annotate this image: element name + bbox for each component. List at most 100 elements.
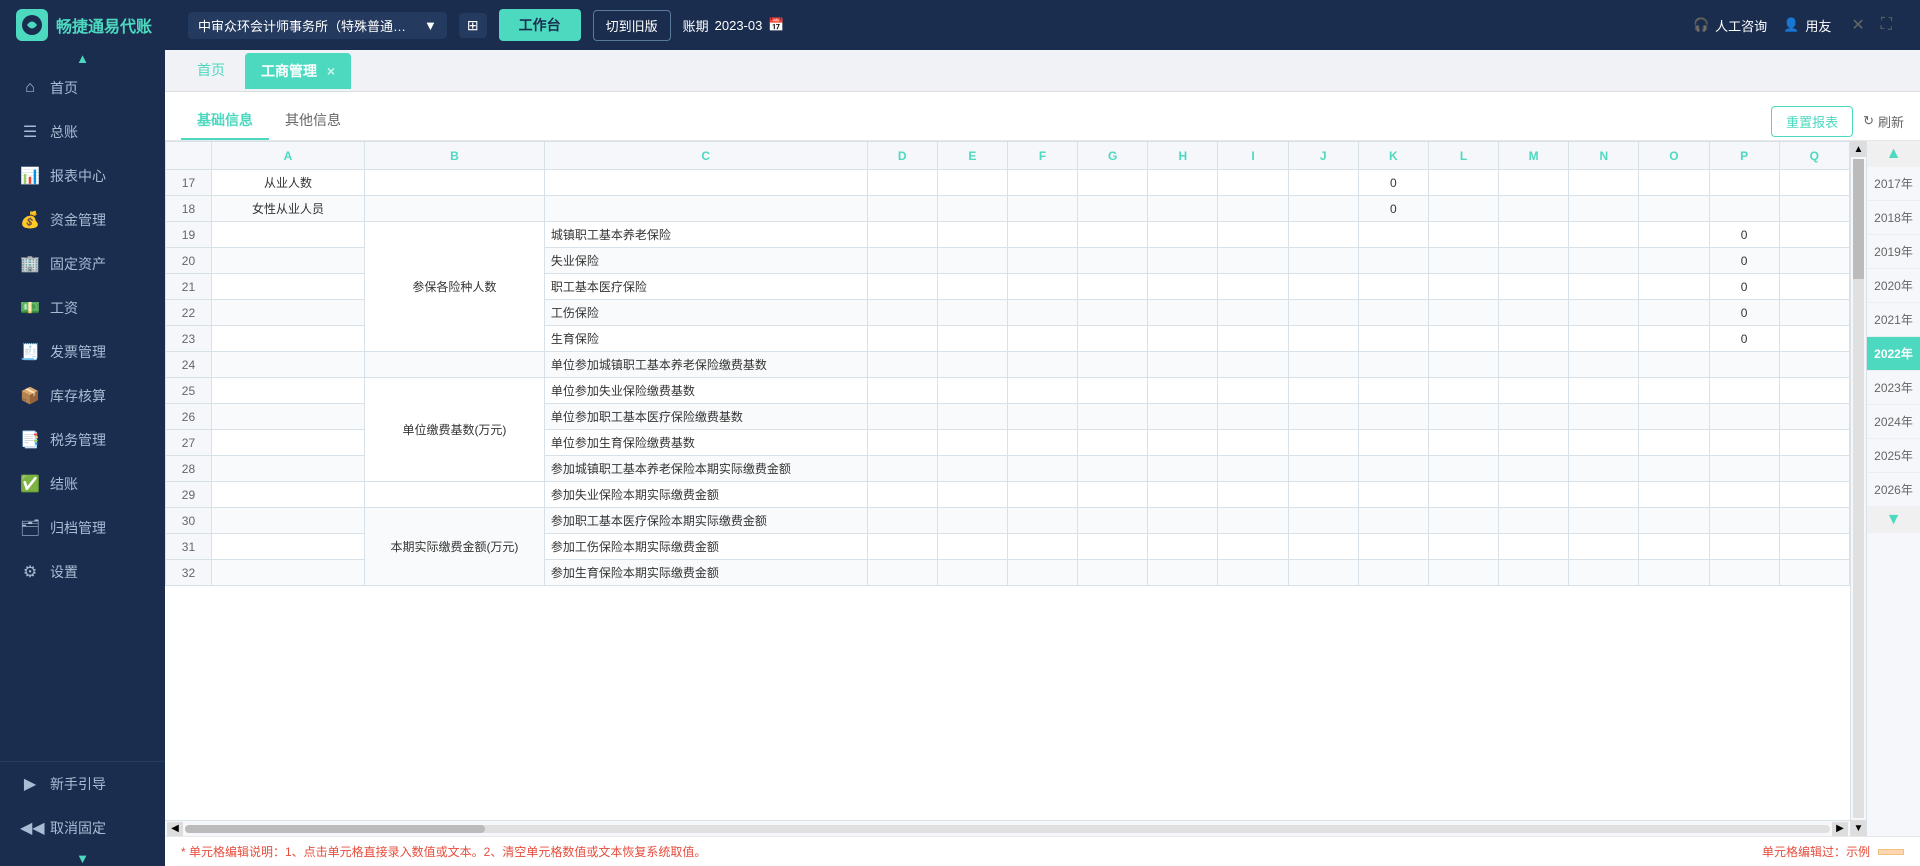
old-version-button[interactable]: 切到旧版: [593, 10, 671, 41]
cell-H-27[interactable]: [1148, 430, 1218, 456]
cell-Q-21[interactable]: [1779, 274, 1849, 300]
cell-M-24[interactable]: [1499, 352, 1569, 378]
cell-D-28[interactable]: [867, 456, 937, 482]
cell-I-21[interactable]: [1218, 274, 1288, 300]
cell-Q-25[interactable]: [1779, 378, 1849, 404]
cell-G-17[interactable]: [1078, 170, 1148, 196]
vscroll-down-arrow[interactable]: ▼: [1851, 820, 1866, 836]
spreadsheet-container[interactable]: A B C D E F G H I J: [165, 141, 1850, 820]
calendar-icon[interactable]: 📅: [768, 17, 784, 33]
tab-business-mgmt[interactable]: 工商管理 ×: [245, 53, 351, 89]
cell-J-25[interactable]: [1288, 378, 1358, 404]
cell-M-23[interactable]: [1499, 326, 1569, 352]
year-item[interactable]: 2017年: [1867, 167, 1920, 201]
cell-N-18[interactable]: [1569, 196, 1639, 222]
cell-E-29[interactable]: [937, 482, 1007, 508]
cell-O-27[interactable]: [1639, 430, 1709, 456]
tab-home[interactable]: 首页: [181, 52, 241, 90]
cell-A-22[interactable]: [211, 300, 364, 326]
cell-H-22[interactable]: [1148, 300, 1218, 326]
cell-P-18[interactable]: [1709, 196, 1779, 222]
tab-close-icon[interactable]: ×: [327, 63, 335, 79]
sidebar-item-guide[interactable]: ▶ 新手引导: [0, 762, 165, 806]
cell-A-21[interactable]: [211, 274, 364, 300]
cell-D-19[interactable]: [867, 222, 937, 248]
cell-G-20[interactable]: [1078, 248, 1148, 274]
cell-P-31[interactable]: [1709, 534, 1779, 560]
hscroll-track[interactable]: [185, 825, 1830, 833]
cell-E-23[interactable]: [937, 326, 1007, 352]
cell-E-22[interactable]: [937, 300, 1007, 326]
horizontal-scrollbar[interactable]: ◀ ▶: [165, 820, 1850, 836]
cell-L-25[interactable]: [1428, 378, 1498, 404]
cell-K-19[interactable]: [1358, 222, 1428, 248]
sidebar-item-reports[interactable]: 📊 报表中心: [0, 154, 165, 198]
cell-Q-28[interactable]: [1779, 456, 1849, 482]
cell-F-20[interactable]: [1007, 248, 1077, 274]
cell-L-17[interactable]: [1428, 170, 1498, 196]
cell-A-31[interactable]: [211, 534, 364, 560]
cell-I-18[interactable]: [1218, 196, 1288, 222]
cell-G-31[interactable]: [1078, 534, 1148, 560]
cell-J-30[interactable]: [1288, 508, 1358, 534]
cell-H-23[interactable]: [1148, 326, 1218, 352]
cell-I-17[interactable]: [1218, 170, 1288, 196]
cell-M-19[interactable]: [1499, 222, 1569, 248]
cell-A-18[interactable]: 女性从业人员: [211, 196, 364, 222]
cell-A-17[interactable]: 从业人数: [211, 170, 364, 196]
year-item[interactable]: 2024年: [1867, 405, 1920, 439]
cell-G-32[interactable]: [1078, 560, 1148, 586]
cell-N-23[interactable]: [1569, 326, 1639, 352]
cell-G-27[interactable]: [1078, 430, 1148, 456]
cell-Q-20[interactable]: [1779, 248, 1849, 274]
sub-tab-basic[interactable]: 基础信息: [181, 102, 269, 140]
cell-O-21[interactable]: [1639, 274, 1709, 300]
cell-D-31[interactable]: [867, 534, 937, 560]
cell-I-32[interactable]: [1218, 560, 1288, 586]
cell-M-18[interactable]: [1499, 196, 1569, 222]
cell-F-26[interactable]: [1007, 404, 1077, 430]
cell-O-24[interactable]: [1639, 352, 1709, 378]
year-scroll-down[interactable]: ▼: [1867, 507, 1920, 533]
cell-J-22[interactable]: [1288, 300, 1358, 326]
cell-H-30[interactable]: [1148, 508, 1218, 534]
cell-N-17[interactable]: [1569, 170, 1639, 196]
cell-B-18[interactable]: [365, 196, 545, 222]
cell-G-25[interactable]: [1078, 378, 1148, 404]
cell-N-25[interactable]: [1569, 378, 1639, 404]
cell-M-28[interactable]: [1499, 456, 1569, 482]
cell-F-17[interactable]: [1007, 170, 1077, 196]
cell-G-24[interactable]: [1078, 352, 1148, 378]
cell-O-30[interactable]: [1639, 508, 1709, 534]
hscroll-right-arrow[interactable]: ▶: [1832, 822, 1848, 836]
cell-I-23[interactable]: [1218, 326, 1288, 352]
cell-F-23[interactable]: [1007, 326, 1077, 352]
cell-J-19[interactable]: [1288, 222, 1358, 248]
cell-L-26[interactable]: [1428, 404, 1498, 430]
sidebar-item-unpin[interactable]: ◀◀ 取消固定: [0, 806, 165, 850]
cell-M-20[interactable]: [1499, 248, 1569, 274]
cell-C-31[interactable]: 参加工伤保险本期实际缴费金额: [544, 534, 867, 560]
cell-J-20[interactable]: [1288, 248, 1358, 274]
year-scroll-up[interactable]: ▲: [1867, 141, 1920, 167]
cell-P-22[interactable]: 0: [1709, 300, 1779, 326]
cell-J-32[interactable]: [1288, 560, 1358, 586]
cell-K-21[interactable]: [1358, 274, 1428, 300]
cell-C-28[interactable]: 参加城镇职工基本养老保险本期实际缴费金额: [544, 456, 867, 482]
cell-J-17[interactable]: [1288, 170, 1358, 196]
cell-F-22[interactable]: [1007, 300, 1077, 326]
cell-A-19[interactable]: [211, 222, 364, 248]
cell-D-30[interactable]: [867, 508, 937, 534]
sidebar-item-settings[interactable]: ⚙ 设置: [0, 550, 165, 594]
cell-J-18[interactable]: [1288, 196, 1358, 222]
cell-O-19[interactable]: [1639, 222, 1709, 248]
cell-A-20[interactable]: [211, 248, 364, 274]
cell-I-24[interactable]: [1218, 352, 1288, 378]
cell-O-25[interactable]: [1639, 378, 1709, 404]
cell-Q-22[interactable]: [1779, 300, 1849, 326]
sidebar-scroll-up[interactable]: ▲: [0, 50, 165, 66]
cell-K-24[interactable]: [1358, 352, 1428, 378]
cell-J-21[interactable]: [1288, 274, 1358, 300]
cell-B-25[interactable]: 单位缴费基数(万元): [365, 378, 545, 482]
cell-H-25[interactable]: [1148, 378, 1218, 404]
